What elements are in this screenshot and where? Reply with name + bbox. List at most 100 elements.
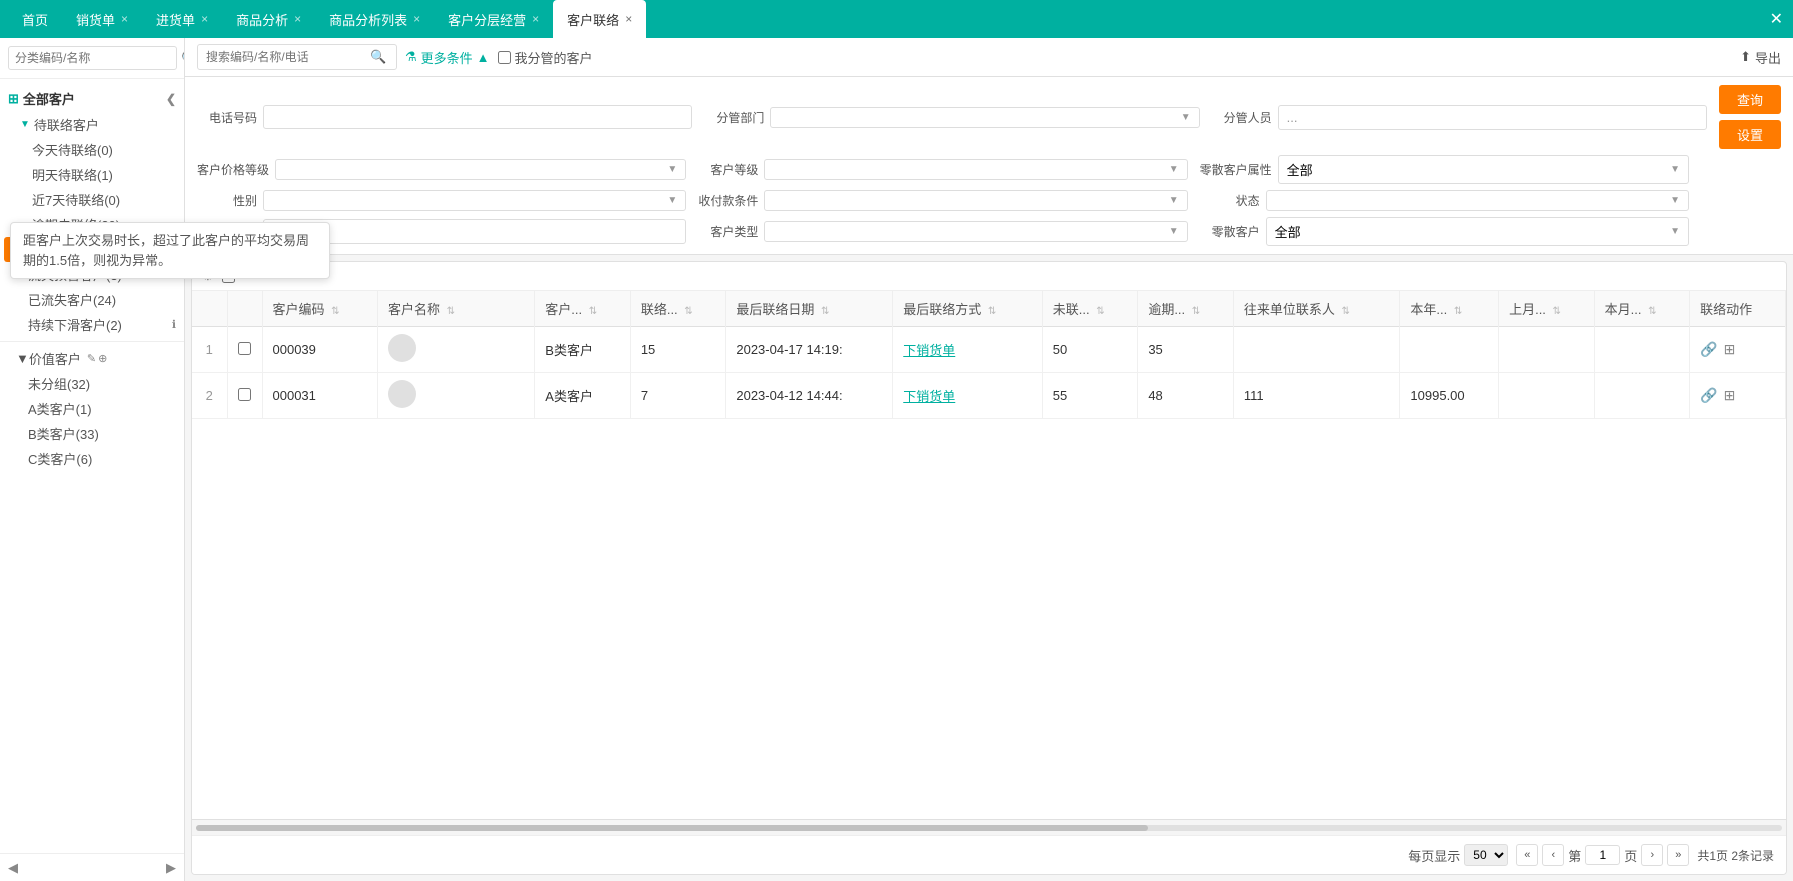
per-page-selector: 每页显示 50 — [1408, 844, 1508, 866]
col-this-month[interactable]: 本月... ⇅ — [1594, 291, 1690, 327]
sort-this-month-icon: ⇅ — [1648, 306, 1656, 317]
row-2-name[interactable] — [377, 373, 534, 419]
sidebar-all-customers[interactable]: ⊞ 全部客户 ❮ — [0, 85, 184, 112]
sort-date-icon: ⇅ — [821, 306, 829, 317]
sidebar-item-7days[interactable]: 近7天待联络(0) — [4, 187, 184, 212]
col-contact[interactable]: 联络... ⇅ — [630, 291, 726, 327]
page-input[interactable] — [1585, 845, 1620, 865]
sort-method-icon: ⇅ — [988, 306, 996, 317]
row-2-link-icon[interactable]: 🔗 — [1700, 387, 1717, 404]
person-input[interactable]: ... — [1278, 105, 1707, 130]
nav-item-customer-contact[interactable]: 客户联络 × — [553, 0, 646, 38]
col-code[interactable]: 客户编码 ⇅ — [262, 291, 377, 327]
col-contact-person[interactable]: 往来单位联系人 ⇅ — [1233, 291, 1400, 327]
col-last-method[interactable]: 最后联络方式 ⇅ — [893, 291, 1043, 327]
filter-actions: 查询 设置 — [1719, 85, 1781, 149]
col-last-date[interactable]: 最后联络日期 ⇅ — [726, 291, 893, 327]
row-1-name[interactable] — [377, 327, 534, 373]
customer-level-select[interactable]: ▼ — [764, 159, 1187, 180]
export-button[interactable]: ⬆ 导出 — [1740, 48, 1781, 67]
table-scroll[interactable]: 客户编码 ⇅ 客户名称 ⇅ 客户... ⇅ — [192, 291, 1786, 819]
row-1-link-icon[interactable]: 🔗 — [1700, 341, 1717, 358]
sidebar-item-c-class[interactable]: C类客户(6) — [0, 446, 184, 471]
edit-icon[interactable]: ✎ — [87, 352, 96, 365]
close-customer-segment-tab[interactable]: × — [532, 12, 539, 26]
row-1-last-method[interactable]: 下销货单 — [893, 327, 1043, 373]
scroll-thumb[interactable] — [196, 825, 1148, 831]
nav-item-sales[interactable]: 销货单 × — [62, 0, 142, 38]
col-overdue[interactable]: 逾期... ⇅ — [1138, 291, 1234, 327]
nav-item-customer-segment[interactable]: 客户分层经营 × — [434, 0, 553, 38]
table-row: 1 000039 B类客户 15 2023-04-17 14:19: 下销货单 … — [192, 327, 1786, 373]
nav-item-product-analysis[interactable]: 商品分析 × — [222, 0, 315, 38]
close-customer-contact-tab[interactable]: × — [625, 12, 632, 26]
phone-input[interactable] — [263, 105, 692, 129]
close-product-list-tab[interactable]: × — [413, 12, 420, 26]
payment-select[interactable]: ▼ — [764, 190, 1187, 211]
close-window-button[interactable]: ✕ — [1770, 9, 1783, 29]
row-2-checkbox[interactable] — [227, 373, 262, 419]
scroll-track[interactable] — [196, 825, 1782, 831]
horizontal-scrollbar[interactable] — [192, 819, 1786, 835]
nav-item-product-list[interactable]: 商品分析列表 × — [315, 0, 434, 38]
col-this-year[interactable]: 本年... ⇅ — [1400, 291, 1499, 327]
sidebar-search-input[interactable] — [8, 46, 177, 70]
sidebar-value-group[interactable]: ▼ 价值客户 ✎ ⊕ — [0, 346, 184, 371]
nav-item-purchase[interactable]: 进货单 × — [142, 0, 222, 38]
settings-button[interactable]: 设置 — [1719, 120, 1781, 149]
search-icon[interactable]: 🔍 — [370, 49, 386, 65]
col-name[interactable]: 客户名称 ⇅ — [377, 291, 534, 327]
sidebar-pending-title[interactable]: ▼ 待联络客户 — [4, 112, 184, 137]
my-customers-check[interactable] — [498, 51, 511, 64]
next-page-button[interactable]: › — [1641, 844, 1663, 866]
more-filters-button[interactable]: ⚗ 更多条件 ▲ — [405, 48, 490, 67]
filter-gender: 性别 ▼ — [197, 190, 686, 211]
status-select[interactable]: ▼ — [1266, 190, 1689, 211]
sidebar-left-arrow[interactable]: ◀ — [8, 860, 18, 876]
sidebar-item-already-lost[interactable]: 已流失客户(24) — [0, 287, 184, 312]
first-page-button[interactable]: « — [1516, 844, 1538, 866]
close-sales-tab[interactable]: × — [121, 12, 128, 26]
sidebar-collapse-icon[interactable]: ❮ — [166, 92, 176, 106]
col-level[interactable]: 客户... ⇅ — [535, 291, 631, 327]
sidebar-item-ungroup[interactable]: 未分组(32) — [0, 371, 184, 396]
row-2-grid-icon[interactable]: ⊞ — [1724, 387, 1736, 404]
row-1-num: 1 — [192, 327, 227, 373]
filter-dept: 分管部门 ▼ — [704, 107, 1199, 128]
retail-attr-select[interactable]: 全部 ▼ — [1278, 155, 1689, 184]
filter-customer-type: 客户类型 ▼ — [698, 221, 1187, 242]
customer-type-select[interactable]: ▼ — [764, 221, 1187, 242]
last-page-button[interactable]: » — [1667, 844, 1689, 866]
sidebar-item-today[interactable]: 今天待联络(0) — [4, 137, 184, 162]
per-page-select[interactable]: 50 — [1464, 844, 1508, 866]
add-icon[interactable]: ⊕ — [98, 352, 107, 365]
filter-row-2: 客户价格等级 ▼ 客户等级 ▼ 零散客户属性 全部 — [197, 155, 1781, 184]
row-2-check[interactable] — [238, 388, 251, 401]
close-purchase-tab[interactable]: × — [201, 12, 208, 26]
search-input[interactable] — [206, 50, 366, 64]
close-product-analysis-tab[interactable]: × — [294, 12, 301, 26]
my-customers-checkbox[interactable]: 我分管的客户 — [498, 48, 593, 67]
row-1-contact-count: 15 — [630, 327, 726, 373]
gender-select[interactable]: ▼ — [263, 190, 686, 211]
query-button[interactable]: 查询 — [1719, 85, 1781, 114]
nav-item-home[interactable]: 首页 — [8, 0, 62, 38]
search-box: 🔍 — [197, 44, 397, 70]
retail-customer-select[interactable]: 全部 ▼ — [1266, 217, 1689, 246]
row-2-last-method[interactable]: 下销货单 — [893, 373, 1043, 419]
sort-uncontacted-icon: ⇅ — [1096, 306, 1104, 317]
sidebar-item-b-class[interactable]: B类客户(33) — [0, 421, 184, 446]
sidebar-item-tomorrow[interactable]: 明天待联络(1) — [4, 162, 184, 187]
row-1-grid-icon[interactable]: ⊞ — [1724, 341, 1736, 358]
sidebar-item-continuous-down[interactable]: 持续下滑客户(2) ℹ — [0, 312, 184, 337]
sidebar-right-arrow[interactable]: ▶ — [166, 860, 176, 876]
row-1-checkbox[interactable] — [227, 327, 262, 373]
dept-dropdown-icon: ▼ — [1181, 112, 1191, 123]
price-level-select[interactable]: ▼ — [275, 159, 686, 180]
sidebar-item-a-class[interactable]: A类客户(1) — [0, 396, 184, 421]
row-1-check[interactable] — [238, 342, 251, 355]
col-uncontacted[interactable]: 未联... ⇅ — [1042, 291, 1138, 327]
dept-select[interactable]: ▼ — [770, 107, 1199, 128]
col-last-month[interactable]: 上月... ⇅ — [1499, 291, 1595, 327]
prev-page-button[interactable]: ‹ — [1542, 844, 1564, 866]
